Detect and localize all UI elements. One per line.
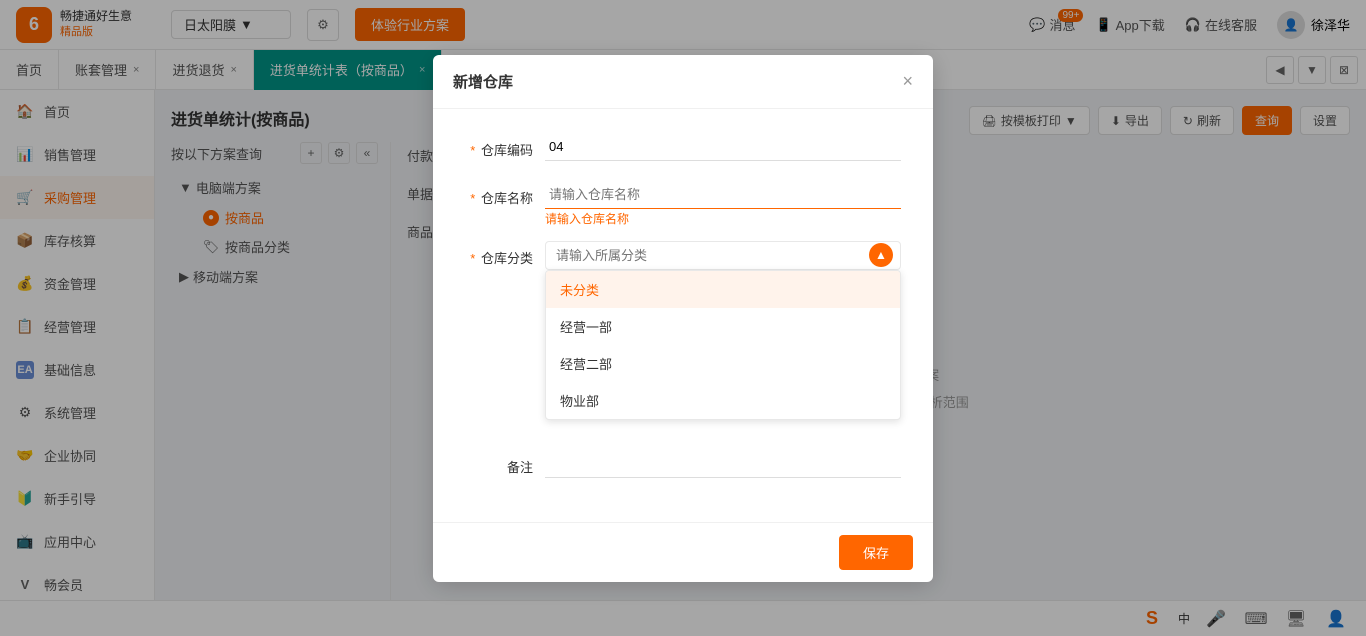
name-error-message: 请输入仓库名称 bbox=[545, 210, 629, 227]
warehouse-code-input[interactable] bbox=[545, 133, 901, 161]
code-row: * 仓库编码 bbox=[465, 133, 901, 161]
dropdown-item-dept1[interactable]: 经营一部 bbox=[546, 308, 900, 345]
category-dropdown: 未分类 经营一部 经营二部 物业部 bbox=[545, 270, 901, 420]
modal-title: 新增仓库 bbox=[453, 71, 513, 92]
category-input[interactable] bbox=[545, 241, 901, 270]
category-select-wrap: ▲ 未分类 经营一部 经营二部 物业部 bbox=[545, 241, 901, 270]
modal-body: * 仓库编码 * 仓库名称 请输入仓库名称 * bbox=[433, 109, 933, 522]
save-button[interactable]: 保存 bbox=[839, 535, 913, 570]
dropdown-item-uncategorized[interactable]: 未分类 bbox=[546, 271, 900, 308]
chevron-up-icon: ▲ bbox=[875, 248, 887, 262]
modal-overlay[interactable]: 新增仓库 × * 仓库编码 * 仓库名称 请输入仓库名称 bbox=[0, 0, 1366, 636]
modal-close-button[interactable]: × bbox=[902, 72, 913, 90]
category-label: * 仓库分类 bbox=[465, 241, 545, 267]
select-arrow-button[interactable]: ▲ bbox=[869, 243, 893, 267]
dropdown-item-dept2[interactable]: 经营二部 bbox=[546, 345, 900, 382]
modal-footer: 保存 bbox=[433, 522, 933, 582]
name-row: * 仓库名称 请输入仓库名称 bbox=[465, 181, 901, 209]
name-label: * 仓库名称 bbox=[465, 181, 545, 207]
note-input[interactable] bbox=[545, 450, 901, 478]
warehouse-name-input[interactable] bbox=[545, 181, 901, 209]
category-row: * 仓库分类 ▲ 未分类 经营一部 bbox=[465, 241, 901, 270]
note-label: 备注 bbox=[465, 450, 545, 476]
add-warehouse-modal: 新增仓库 × * 仓库编码 * 仓库名称 请输入仓库名称 bbox=[433, 55, 933, 582]
dropdown-item-property[interactable]: 物业部 bbox=[546, 382, 900, 419]
note-row: 备注 bbox=[465, 450, 901, 478]
modal-header: 新增仓库 × bbox=[433, 55, 933, 109]
code-label: * 仓库编码 bbox=[465, 133, 545, 159]
